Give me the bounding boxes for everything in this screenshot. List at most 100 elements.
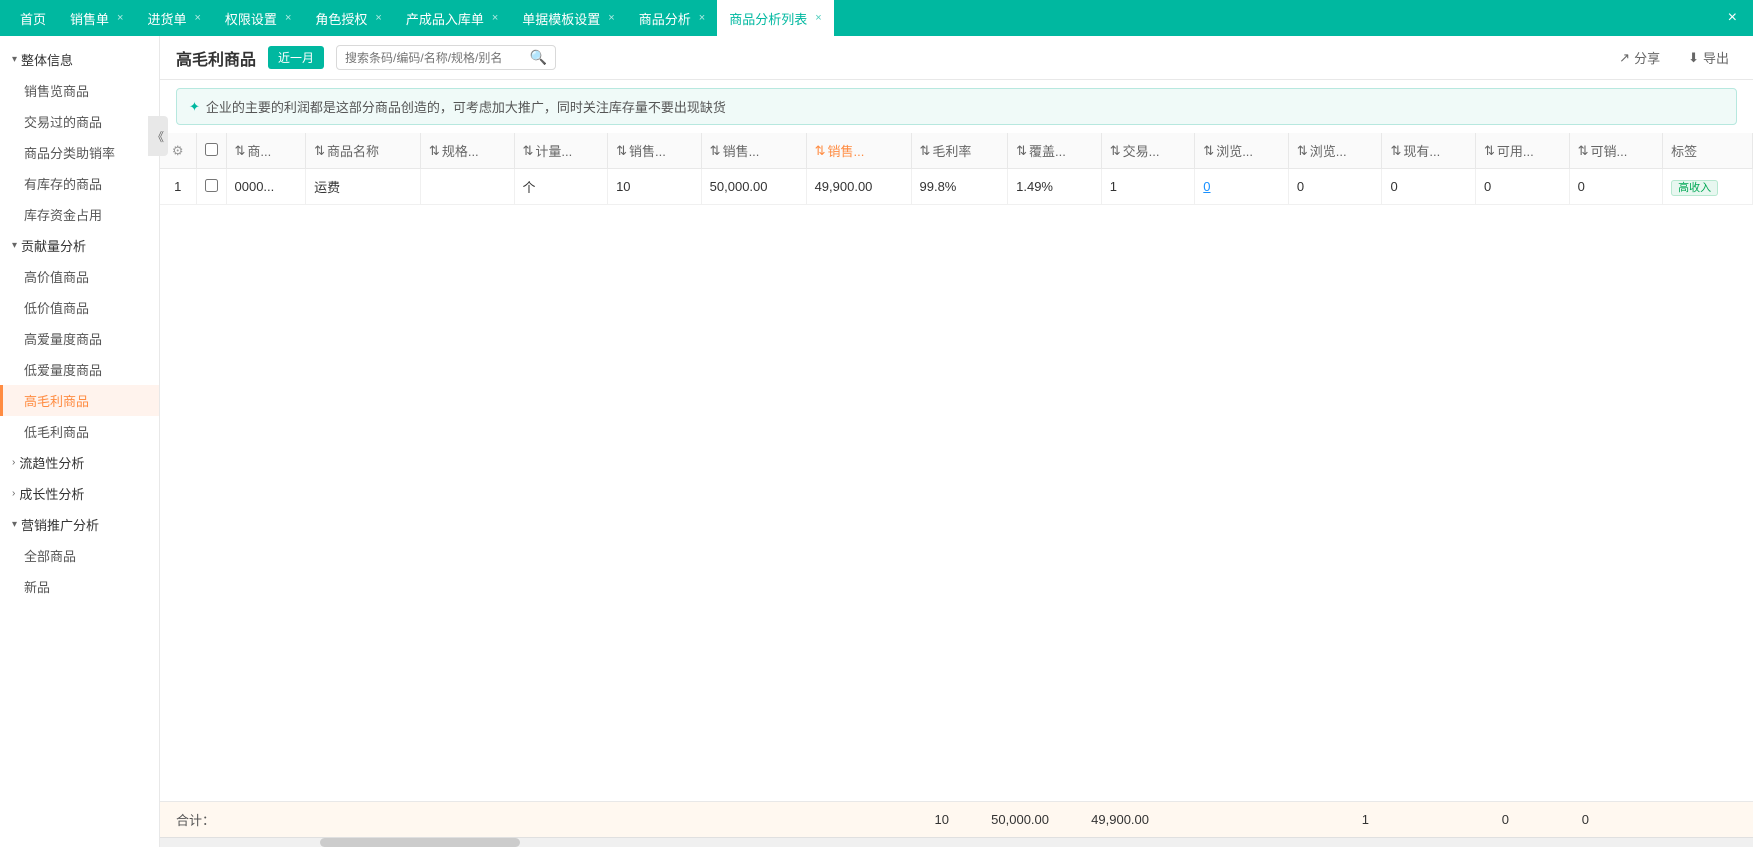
sidebar-item-low-margin[interactable]: 低毛利商品	[0, 416, 159, 447]
sidebar-item-stock-capital[interactable]: 库存资金占用	[0, 199, 159, 230]
page-title: 高毛利商品	[176, 46, 256, 70]
checkbox-column-header[interactable]	[196, 133, 226, 169]
trade-column-header[interactable]: ⇅ 交易...	[1101, 133, 1195, 169]
time-filter-button[interactable]: 近一月	[268, 46, 324, 69]
nav-tab-analysis[interactable]: 商品分析 ×	[627, 0, 717, 36]
search-box: 🔍	[336, 45, 556, 70]
sidebar-group-contribution[interactable]: ▾ 贡献量分析	[0, 230, 159, 261]
nav-tab-home[interactable]: 首页	[8, 0, 58, 36]
footer-browse2: 0	[1447, 812, 1517, 827]
row-available: 0	[1476, 169, 1570, 205]
sales-qty-column-header[interactable]: ⇅ 销售...	[608, 133, 702, 169]
row-tag: 高收入	[1663, 169, 1753, 205]
chevron-down-icon: ▾	[12, 240, 17, 251]
footer-sales-qty: 10	[877, 812, 957, 827]
sidebar-item-all-goods[interactable]: 全部商品	[0, 540, 159, 571]
chevron-right-icon: ›	[12, 457, 15, 468]
search-icon[interactable]: 🔍	[530, 49, 547, 66]
close-icon[interactable]: ×	[375, 12, 381, 24]
sidebar-item-low-value[interactable]: 低价值商品	[0, 292, 159, 323]
gear-icon[interactable]: ⚙	[172, 143, 184, 158]
row-sales-qty: 10	[608, 169, 702, 205]
nav-tab-product-inbound[interactable]: 产成品入库单 ×	[394, 0, 510, 36]
nav-tab-analysis-list[interactable]: 商品分析列表 ×	[717, 0, 833, 36]
sidebar-group-growth[interactable]: › 成长性分析	[0, 478, 159, 509]
content-area: 高毛利商品 近一月 🔍 ↗ 分享 ⬇ 导出 ✦ 企业的主要的利润都是这部分商品创…	[160, 36, 1753, 847]
close-icon[interactable]: ×	[285, 12, 291, 24]
saleable-column-header[interactable]: ⇅ 可销...	[1569, 133, 1663, 169]
sidebar-item-new-goods[interactable]: 新品	[0, 571, 159, 602]
nav-tab-role[interactable]: 角色授权 ×	[303, 0, 393, 36]
sidebar-item-high-margin[interactable]: 高毛利商品	[0, 385, 159, 416]
nav-tab-sales[interactable]: 销售单 ×	[58, 0, 135, 36]
row-sales-cost: 49,900.00	[806, 169, 911, 205]
code-column-header[interactable]: ⇅ 商...	[226, 133, 306, 169]
row-select-checkbox[interactable]	[205, 179, 218, 192]
close-icon[interactable]: ×	[194, 12, 200, 24]
sidebar-item-high-demand[interactable]: 高爱量度商品	[0, 323, 159, 354]
table-header-row: ⚙ ⇅ 商... ⇅	[160, 133, 1753, 169]
nav-tab-permission[interactable]: 权限设置 ×	[213, 0, 303, 36]
sidebar-item-high-value[interactable]: 高价值商品	[0, 261, 159, 292]
close-icon[interactable]: ×	[608, 12, 614, 24]
nav-tab-template[interactable]: 单据模板设置 ×	[510, 0, 626, 36]
table-wrapper: ⚙ ⇅ 商... ⇅	[160, 133, 1753, 801]
close-icon[interactable]: ×	[492, 12, 498, 24]
sidebar-group-overall[interactable]: ▾ 整体信息	[0, 44, 159, 75]
sidebar-group-trend[interactable]: › 流趋性分析	[0, 447, 159, 478]
sidebar-item-traded-goods[interactable]: 交易过的商品	[0, 106, 159, 137]
row-index: 1	[160, 169, 196, 205]
row-spec	[420, 169, 514, 205]
tag-badge: 高收入	[1671, 180, 1718, 196]
browse2-column-header[interactable]: ⇅ 浏览...	[1288, 133, 1382, 169]
export-button[interactable]: ⬇ 导出	[1680, 44, 1737, 71]
sidebar-collapse-button[interactable]: 《	[148, 116, 168, 156]
sidebar-item-category-rate[interactable]: 商品分类助销率	[0, 137, 159, 168]
spec-column-header[interactable]: ⇅ 规格...	[420, 133, 514, 169]
row-current: 0	[1382, 169, 1476, 205]
row-unit: 个	[514, 169, 608, 205]
row-name: 运费	[306, 169, 421, 205]
browse1-column-header[interactable]: ⇅ 浏览...	[1195, 133, 1289, 169]
available-column-header[interactable]: ⇅ 可用...	[1476, 133, 1570, 169]
footer-sales-amount: 50,000.00	[957, 812, 1057, 827]
footer-current: 0	[1517, 812, 1597, 827]
window-close-button[interactable]: ×	[1720, 9, 1745, 27]
footer-label: 合计：	[176, 810, 215, 829]
close-icon[interactable]: ×	[815, 12, 821, 24]
info-text: 企业的主要的利润都是这部分商品创造的，可考虑加大推广，同时关注库存量不要出现缺货	[206, 97, 726, 116]
row-coverage: 1.49%	[1008, 169, 1102, 205]
sidebar-item-in-stock[interactable]: 有库存的商品	[0, 168, 159, 199]
data-table: ⚙ ⇅ 商... ⇅	[160, 133, 1753, 205]
top-nav: 首页 销售单 × 进货单 × 权限设置 × 角色授权 × 产成品入库单 × 单据…	[0, 0, 1753, 36]
search-input[interactable]	[345, 51, 524, 65]
sidebar-item-sales-goods[interactable]: 销售览商品	[0, 75, 159, 106]
sales-cost-column-header[interactable]: ⇅ 销售...	[806, 133, 911, 169]
content-header: 高毛利商品 近一月 🔍 ↗ 分享 ⬇ 导出	[160, 36, 1753, 80]
row-browse2: 0	[1288, 169, 1382, 205]
close-icon[interactable]: ×	[117, 12, 123, 24]
name-column-header[interactable]: ⇅ 商品名称	[306, 133, 421, 169]
sales-amount-column-header[interactable]: ⇅ 销售...	[701, 133, 806, 169]
footer-trade: 1	[1297, 812, 1377, 827]
row-checkbox[interactable]	[196, 169, 226, 205]
sidebar-item-low-demand[interactable]: 低爱量度商品	[0, 354, 159, 385]
export-icon: ⬇	[1688, 50, 1699, 66]
table-row: 1 0000... 运费 个 10 50,000.00 49,900.00 99…	[160, 169, 1753, 205]
sidebar: ▾ 整体信息 销售览商品 交易过的商品 商品分类助销率 有库存的商品 库存资金占…	[0, 36, 160, 847]
row-code: 0000...	[226, 169, 306, 205]
row-gross-rate: 99.8%	[911, 169, 1008, 205]
current-column-header[interactable]: ⇅ 现有...	[1382, 133, 1476, 169]
close-icon[interactable]: ×	[699, 12, 705, 24]
unit-column-header[interactable]: ⇅ 计量...	[514, 133, 608, 169]
row-browse1[interactable]: 0	[1195, 169, 1289, 205]
nav-tab-purchase[interactable]: 进货单 ×	[135, 0, 212, 36]
chevron-down-icon: ▾	[12, 54, 17, 65]
tag-column-header[interactable]: 标签	[1663, 133, 1753, 169]
horizontal-scrollbar[interactable]	[160, 837, 1753, 847]
share-button[interactable]: ↗ 分享	[1611, 44, 1668, 71]
gross-rate-column-header[interactable]: ⇅ 毛利率	[911, 133, 1008, 169]
sidebar-group-marketing[interactable]: ▾ 营销推广分析	[0, 509, 159, 540]
coverage-column-header[interactable]: ⇅ 覆盖...	[1008, 133, 1102, 169]
select-all-checkbox[interactable]	[205, 143, 218, 156]
